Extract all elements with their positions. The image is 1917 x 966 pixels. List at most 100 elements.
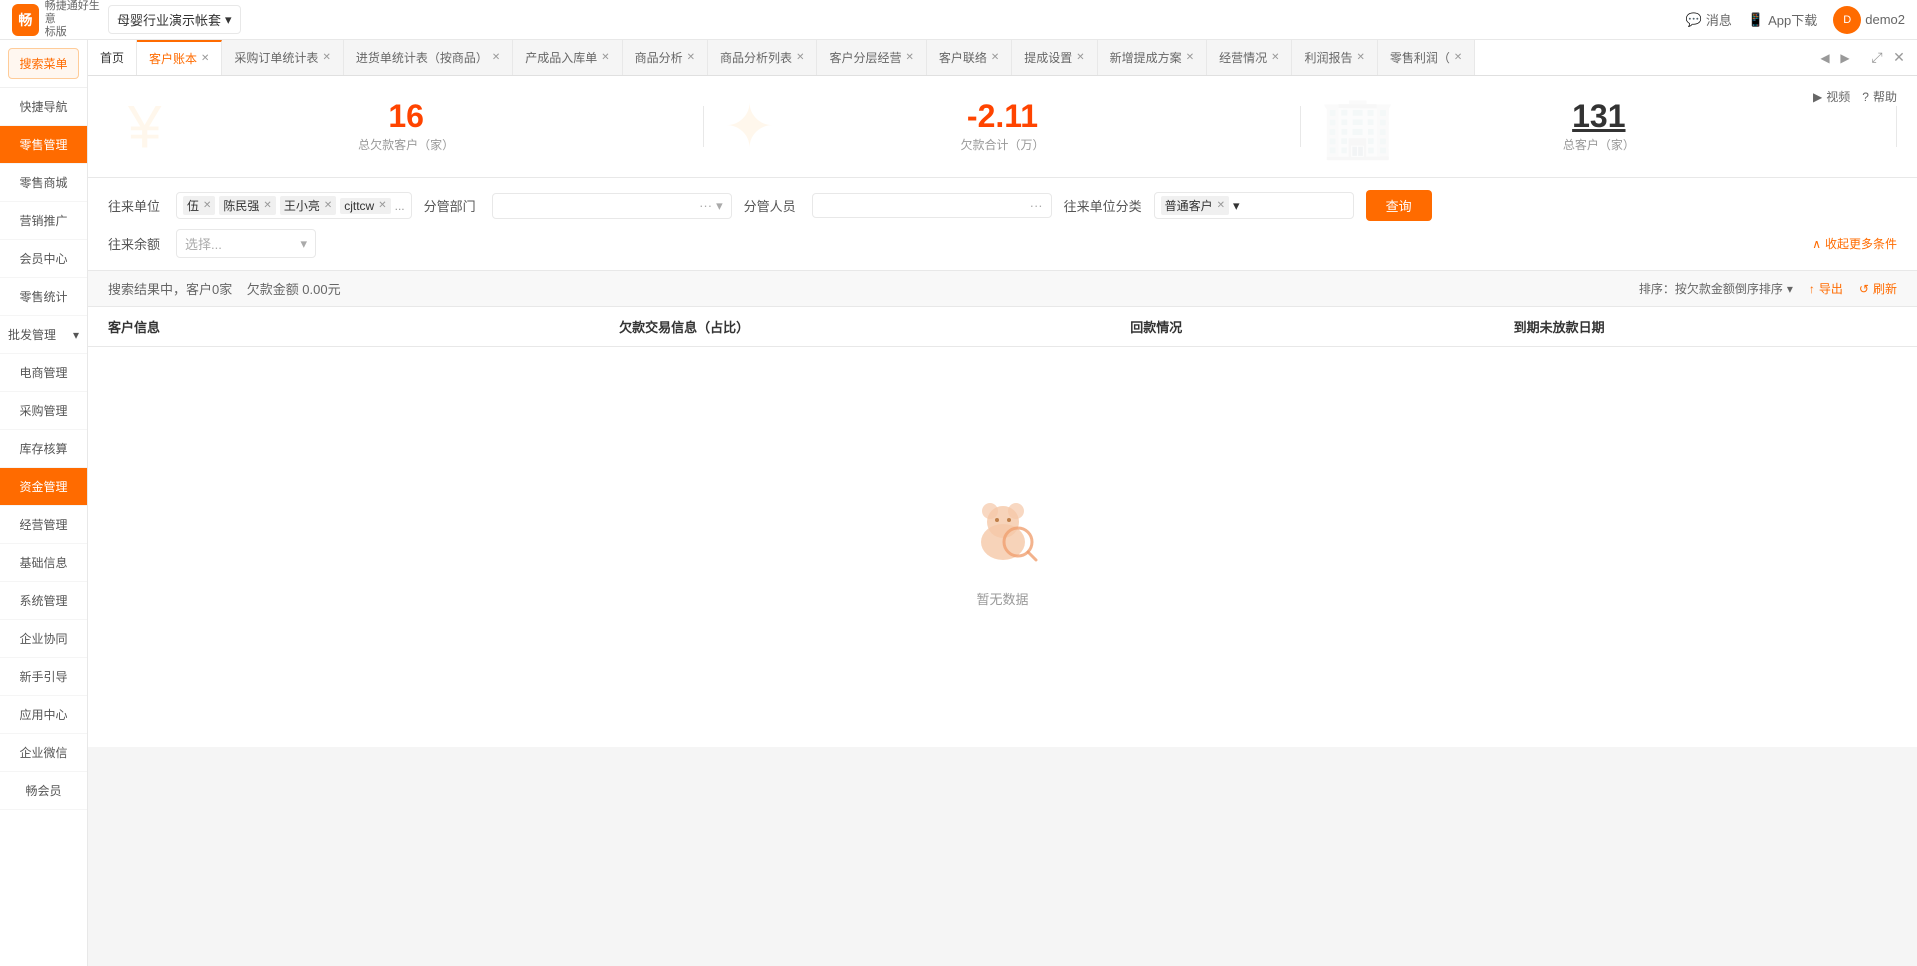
- tab-close-all-icon[interactable]: ✕: [1889, 48, 1909, 68]
- company-selector[interactable]: 母婴行业演示帐套 ▾: [108, 5, 241, 34]
- filter-more-icon[interactable]: ...: [395, 199, 405, 213]
- filter-manager-dots: ···: [1030, 198, 1043, 213]
- sidebar-item-ecommerce[interactable]: 电商管理: [0, 354, 87, 392]
- app-download-button[interactable]: 📱 App下载: [1748, 10, 1817, 29]
- filter-area: 往来单位 伍 ✕ 陈民强 ✕ 王小亮 ✕: [88, 178, 1917, 271]
- tab-new-commission[interactable]: 新增提成方案 ✕: [1098, 40, 1207, 75]
- tab-home[interactable]: 首页: [88, 40, 137, 75]
- query-button[interactable]: 查询: [1366, 190, 1432, 221]
- help-icon: ?: [1862, 90, 1869, 104]
- sidebar-item-basic-info[interactable]: 基础信息: [0, 544, 87, 582]
- tab-arrows: ◀ ▶: [1811, 43, 1859, 73]
- sidebar-item-enterprise-wechat[interactable]: 企业微信: [0, 734, 87, 772]
- filter-tag-normal-customer: 普通客户 ✕: [1161, 196, 1229, 215]
- sidebar-item-operations[interactable]: 经营管理: [0, 506, 87, 544]
- message-button[interactable]: 💬 消息: [1686, 10, 1732, 29]
- tab-close-icon[interactable]: ✕: [1454, 52, 1462, 63]
- sidebar-item-enterprise[interactable]: 企业协同: [0, 620, 87, 658]
- filter-tag-wangxiaoliang: 王小亮 ✕: [280, 196, 336, 215]
- filter-tag-close-wang[interactable]: ✕: [324, 200, 332, 211]
- sidebar-item-app-center[interactable]: 应用中心: [0, 696, 87, 734]
- filter-tags-classification[interactable]: 普通客户 ✕ ▾: [1154, 192, 1354, 219]
- tab-customer-contact[interactable]: 客户联络 ✕: [927, 40, 1012, 75]
- tab-close-icon[interactable]: ✕: [687, 52, 695, 63]
- tab-close-icon[interactable]: ✕: [905, 52, 913, 63]
- sidebar-item-member-center[interactable]: 会员中心: [0, 240, 87, 278]
- sidebar-item-finance[interactable]: 资金管理: [0, 468, 87, 506]
- search-menu-button[interactable]: 搜索菜单: [8, 48, 79, 79]
- tab-inbound-stats[interactable]: 进货单统计表（按商品） ✕: [344, 40, 513, 75]
- sidebar-item-retail-stats[interactable]: 零售统计: [0, 278, 87, 316]
- play-icon: ▶: [1813, 90, 1822, 104]
- tab-product-inbound[interactable]: 产成品入库单 ✕: [513, 40, 622, 75]
- tab-close-icon[interactable]: ✕: [201, 53, 209, 64]
- help-link[interactable]: ? 帮助: [1862, 88, 1897, 105]
- logo-area: 畅 畅捷通好生意 标版: [12, 0, 100, 39]
- tab-prev-arrow[interactable]: ◀: [1815, 43, 1835, 73]
- sidebar-item-wholesale[interactable]: 批发管理 ▾: [0, 316, 87, 354]
- tab-operations[interactable]: 经营情况 ✕: [1207, 40, 1292, 75]
- tab-close-icon[interactable]: ✕: [322, 52, 330, 63]
- sidebar-item-system[interactable]: 系统管理: [0, 582, 87, 620]
- col-due-date: 到期未放款日期: [1514, 317, 1897, 336]
- sidebar-item-purchase[interactable]: 采购管理: [0, 392, 87, 430]
- table-body: 暂无数据: [88, 347, 1917, 747]
- empty-text: 暂无数据: [976, 589, 1028, 608]
- tab-close-icon[interactable]: ✕: [1186, 52, 1194, 63]
- tab-retail-profit[interactable]: 零售利润（ ✕: [1378, 40, 1475, 75]
- tab-close-icon[interactable]: ✕: [1271, 52, 1279, 63]
- tab-close-icon[interactable]: ✕: [601, 52, 609, 63]
- filter-collapse-button[interactable]: ∧ 收起更多条件: [1812, 235, 1897, 252]
- chevron-down-icon: ▾: [73, 328, 79, 342]
- filter-dept-select[interactable]: ··· ▾: [492, 193, 732, 219]
- empty-svg: [958, 487, 1048, 577]
- chevron-down-icon: ▾: [1787, 282, 1793, 296]
- sidebar-item-inventory[interactable]: 库存核算: [0, 430, 87, 468]
- tab-expand-icon[interactable]: ⤢: [1867, 48, 1887, 68]
- tab-profit-report[interactable]: 利润报告 ✕: [1292, 40, 1377, 75]
- main-layout: 搜索菜单 快捷导航 零售管理 零售商城 营销推广 会员中心 零售统计 批发管理 …: [0, 40, 1917, 966]
- sidebar-item-quick-nav[interactable]: 快捷导航: [0, 88, 87, 126]
- filter-row-2: 往来余额 选择... ▾ ∧ 收起更多条件: [108, 229, 1897, 258]
- table-area: 客户信息 欠款交易信息（占比） 回款情况 到期未放款日期: [88, 307, 1917, 747]
- sidebar-item-member[interactable]: 畅会员: [0, 772, 87, 810]
- sidebar-item-marketing[interactable]: 营销推广: [0, 202, 87, 240]
- sidebar-item-guide[interactable]: 新手引导: [0, 658, 87, 696]
- tab-customer-tier[interactable]: 客户分层经营 ✕: [817, 40, 926, 75]
- filter-tag-close-cjttcw[interactable]: ✕: [378, 200, 386, 211]
- sort-selector[interactable]: 排序：按欠款金额倒序排序 ▾: [1639, 280, 1793, 297]
- filter-manager-select[interactable]: ···: [812, 193, 1052, 218]
- avatar: D: [1833, 6, 1861, 34]
- tabs-container: 首页 客户账本 ✕ 采购订单统计表 ✕ 进货单统计表（按商品） ✕ 产成品入库单…: [88, 40, 1811, 75]
- filter-row-1: 往来单位 伍 ✕ 陈民强 ✕ 王小亮 ✕: [108, 190, 1897, 221]
- tab-close-icon[interactable]: ✕: [1076, 52, 1084, 63]
- logo-text: 畅捷通好生意 标版: [45, 0, 100, 39]
- tab-customer-account[interactable]: 客户账本 ✕: [137, 40, 222, 75]
- sidebar-item-retail-mall[interactable]: 零售商城: [0, 164, 87, 202]
- sidebar-item-retail-manage[interactable]: 零售管理: [0, 126, 87, 164]
- filter-balance-select[interactable]: 选择... ▾: [176, 229, 316, 258]
- filter-tags-unit[interactable]: 伍 ✕ 陈民强 ✕ 王小亮 ✕ cjttcw ✕: [176, 192, 412, 219]
- tab-product-analysis[interactable]: 商品分析 ✕: [623, 40, 708, 75]
- content-area: 首页 客户账本 ✕ 采购订单统计表 ✕ 进货单统计表（按商品） ✕ 产成品入库单…: [88, 40, 1917, 966]
- filter-tag-close-chen[interactable]: ✕: [263, 200, 271, 211]
- tab-next-arrow[interactable]: ▶: [1835, 43, 1855, 73]
- search-result-bar: 搜索结果中，客户0家 欠款金额 0.00元 排序：按欠款金额倒序排序 ▾ ↑ 导…: [88, 271, 1917, 307]
- tab-close-icon[interactable]: ✕: [796, 52, 804, 63]
- user-menu[interactable]: D demo2: [1833, 6, 1905, 34]
- tab-product-analysis-list[interactable]: 商品分析列表 ✕: [708, 40, 817, 75]
- export-button[interactable]: ↑ 导出: [1809, 280, 1843, 297]
- filter-tag-close-wu[interactable]: ✕: [203, 200, 211, 211]
- tab-bar: 首页 客户账本 ✕ 采购订单统计表 ✕ 进货单统计表（按商品） ✕ 产成品入库单…: [88, 40, 1917, 76]
- tab-close-icon[interactable]: ✕: [1357, 52, 1365, 63]
- filter-tag-close-normal[interactable]: ✕: [1217, 200, 1225, 211]
- refresh-button[interactable]: ↺ 刷新: [1859, 280, 1897, 297]
- tab-purchase-order-stats[interactable]: 采购订单统计表 ✕: [222, 40, 343, 75]
- video-link[interactable]: ▶ 视频: [1813, 88, 1850, 105]
- tab-commission-settings[interactable]: 提成设置 ✕: [1012, 40, 1097, 75]
- tab-close-icon[interactable]: ✕: [991, 52, 999, 63]
- stat-value-total-customers: 131: [1321, 100, 1877, 132]
- filter-tag-chenminqiang: 陈民强 ✕: [219, 196, 275, 215]
- chevron-down-icon: ▾: [300, 236, 307, 252]
- tab-close-icon[interactable]: ✕: [492, 52, 500, 63]
